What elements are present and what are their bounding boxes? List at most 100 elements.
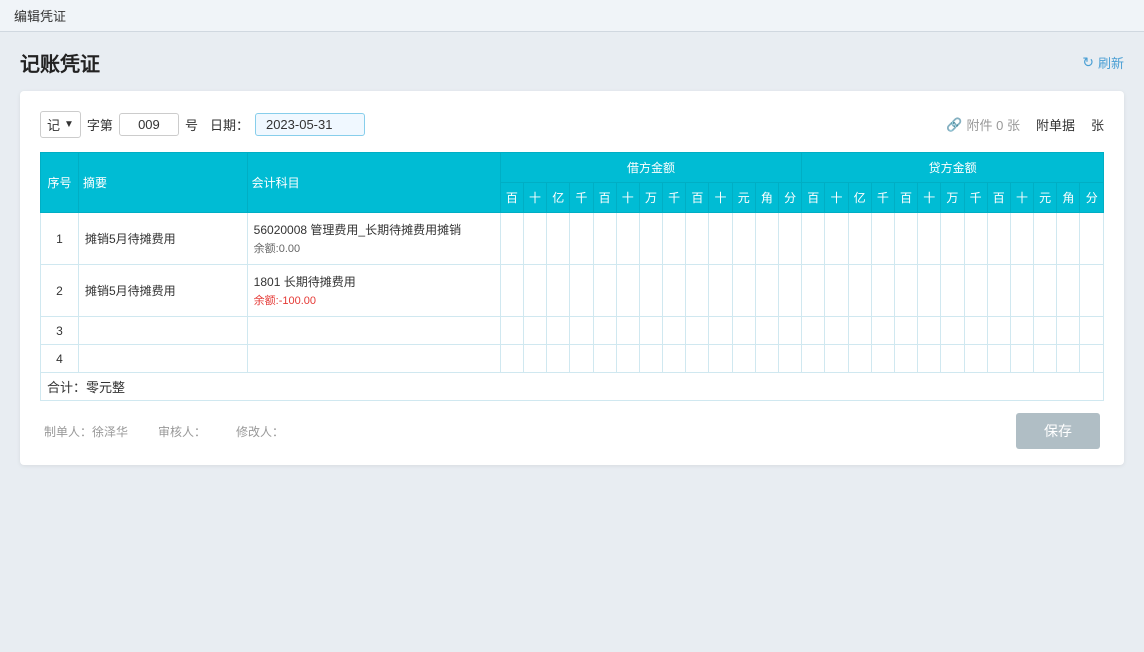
credit-cell-5[interactable] [894, 345, 917, 373]
debit-cell-1[interactable] [500, 317, 523, 345]
credit-cell-2[interactable] [825, 265, 848, 317]
voucher-number-input[interactable] [119, 113, 179, 136]
debit-cell-7[interactable] [639, 265, 662, 317]
credit-cell-1[interactable] [802, 265, 825, 317]
debit-cell-4[interactable] [570, 265, 593, 317]
debit-cell-7[interactable] [639, 317, 662, 345]
debit-cell-11[interactable] [732, 317, 755, 345]
debit-cell-1[interactable] [500, 265, 523, 317]
credit-cell-10[interactable] [1010, 317, 1033, 345]
debit-cell-9[interactable] [686, 345, 709, 373]
debit-cell-5[interactable] [593, 317, 616, 345]
attach-button[interactable]: 🔗 附件 0 张 [946, 115, 1020, 134]
cell-account[interactable]: 1801 长期待摊费用余额:-100.00 [247, 265, 500, 317]
debit-cell-13[interactable] [779, 213, 802, 265]
debit-cell-11[interactable] [732, 345, 755, 373]
debit-cell-3[interactable] [547, 265, 570, 317]
cell-summary[interactable]: 摊销5月待摊费用 [78, 213, 247, 265]
credit-cell-1[interactable] [802, 345, 825, 373]
debit-cell-8[interactable] [663, 265, 686, 317]
credit-cell-8[interactable] [964, 265, 987, 317]
credit-cell-3[interactable] [848, 317, 871, 345]
debit-cell-3[interactable] [547, 317, 570, 345]
debit-cell-10[interactable] [709, 317, 732, 345]
cell-summary[interactable] [78, 345, 247, 373]
debit-cell-4[interactable] [570, 213, 593, 265]
credit-cell-4[interactable] [871, 345, 894, 373]
credit-cell-5[interactable] [894, 265, 917, 317]
debit-cell-13[interactable] [779, 317, 802, 345]
credit-cell-1[interactable] [802, 317, 825, 345]
refresh-button[interactable]: ↻ 刷新 [1082, 53, 1124, 72]
debit-cell-12[interactable] [755, 213, 778, 265]
credit-cell-12[interactable] [1057, 345, 1080, 373]
credit-cell-3[interactable] [848, 265, 871, 317]
debit-cell-8[interactable] [663, 317, 686, 345]
debit-cell-9[interactable] [686, 317, 709, 345]
debit-cell-10[interactable] [709, 213, 732, 265]
credit-cell-11[interactable] [1034, 345, 1057, 373]
credit-cell-12[interactable] [1057, 317, 1080, 345]
credit-cell-12[interactable] [1057, 265, 1080, 317]
credit-cell-2[interactable] [825, 213, 848, 265]
credit-cell-3[interactable] [848, 345, 871, 373]
debit-cell-13[interactable] [779, 265, 802, 317]
credit-cell-13[interactable] [1080, 317, 1104, 345]
table-row[interactable]: 4 [41, 345, 1104, 373]
attach-single-button[interactable]: 附单据 [1036, 115, 1075, 134]
credit-cell-7[interactable] [941, 345, 964, 373]
credit-cell-1[interactable] [802, 213, 825, 265]
debit-cell-5[interactable] [593, 265, 616, 317]
credit-cell-9[interactable] [987, 345, 1010, 373]
debit-cell-3[interactable] [547, 213, 570, 265]
debit-cell-9[interactable] [686, 213, 709, 265]
credit-cell-7[interactable] [941, 317, 964, 345]
debit-cell-4[interactable] [570, 345, 593, 373]
credit-cell-6[interactable] [918, 317, 941, 345]
credit-cell-2[interactable] [825, 345, 848, 373]
save-button[interactable]: 保存 [1016, 413, 1100, 449]
debit-cell-1[interactable] [500, 345, 523, 373]
debit-cell-6[interactable] [616, 265, 639, 317]
credit-cell-3[interactable] [848, 213, 871, 265]
credit-cell-4[interactable] [871, 213, 894, 265]
debit-cell-12[interactable] [755, 317, 778, 345]
table-row[interactable]: 1摊销5月待摊费用56020008 管理费用_长期待摊费用摊销余额:0.00 [41, 213, 1104, 265]
credit-cell-8[interactable] [964, 317, 987, 345]
debit-cell-6[interactable] [616, 213, 639, 265]
credit-cell-8[interactable] [964, 213, 987, 265]
debit-cell-4[interactable] [570, 317, 593, 345]
credit-cell-9[interactable] [987, 213, 1010, 265]
credit-cell-5[interactable] [894, 213, 917, 265]
debit-cell-12[interactable] [755, 345, 778, 373]
credit-cell-2[interactable] [825, 317, 848, 345]
debit-cell-7[interactable] [639, 213, 662, 265]
credit-cell-6[interactable] [918, 213, 941, 265]
debit-cell-13[interactable] [779, 345, 802, 373]
table-row[interactable]: 3 [41, 317, 1104, 345]
credit-cell-11[interactable] [1034, 317, 1057, 345]
debit-cell-6[interactable] [616, 345, 639, 373]
cell-account[interactable]: 56020008 管理费用_长期待摊费用摊销余额:0.00 [247, 213, 500, 265]
credit-cell-10[interactable] [1010, 265, 1033, 317]
credit-cell-7[interactable] [941, 213, 964, 265]
credit-cell-13[interactable] [1080, 265, 1104, 317]
debit-cell-8[interactable] [663, 213, 686, 265]
debit-cell-6[interactable] [616, 317, 639, 345]
date-input[interactable] [255, 113, 365, 136]
credit-cell-9[interactable] [987, 265, 1010, 317]
credit-cell-13[interactable] [1080, 345, 1104, 373]
cell-summary[interactable] [78, 317, 247, 345]
debit-cell-9[interactable] [686, 265, 709, 317]
debit-cell-5[interactable] [593, 213, 616, 265]
debit-cell-10[interactable] [709, 345, 732, 373]
debit-cell-8[interactable] [663, 345, 686, 373]
debit-cell-10[interactable] [709, 265, 732, 317]
debit-cell-11[interactable] [732, 213, 755, 265]
credit-cell-4[interactable] [871, 265, 894, 317]
debit-cell-3[interactable] [547, 345, 570, 373]
credit-cell-4[interactable] [871, 317, 894, 345]
credit-cell-8[interactable] [964, 345, 987, 373]
debit-cell-12[interactable] [755, 265, 778, 317]
debit-cell-11[interactable] [732, 265, 755, 317]
